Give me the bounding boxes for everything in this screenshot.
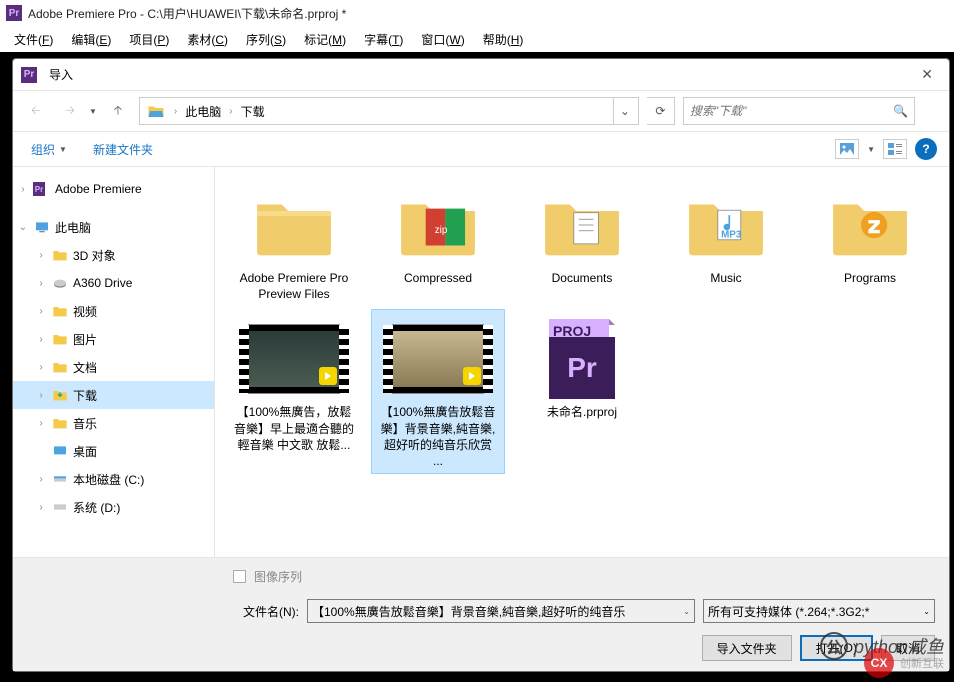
company-logo-icon: CX [864,648,894,678]
tree-pictures[interactable]: ›图片 [13,325,214,353]
refresh-button[interactable]: ⟳ [647,97,675,125]
svg-text:zip: zip [435,225,448,236]
tree-a360[interactable]: ›A360 Drive [13,269,214,297]
file-label: 【100%無廣告，放鬆音樂】早上最適合聽的 輕音樂 中文歌 放鬆... [234,404,354,453]
player-badge-icon [463,367,481,385]
breadcrumb-this-pc[interactable]: 此电脑 [181,101,225,122]
nav-history-dropdown[interactable]: ▼ [89,107,97,116]
svg-text:MP3: MP3 [721,229,742,240]
new-folder-button[interactable]: 新建文件夹 [87,137,159,162]
tree-c-drive[interactable]: ›本地磁盘 (C:) [13,465,214,493]
tree-this-pc[interactable]: ⌄此电脑 [13,213,214,241]
file-type-select[interactable]: 所有可支持媒体 (*.264;*.3G2;*⌄ [703,599,935,623]
filename-input[interactable]: 【100%無廣告放鬆音樂】背景音樂,純音樂,超好听的纯音乐⌄ [307,599,695,623]
organize-button[interactable]: 组织▼ [25,137,73,162]
nav-back-button[interactable]: 🡠 [23,98,49,124]
file-label: Adobe Premiere Pro Preview Files [234,270,354,302]
import-folder-button[interactable]: 导入文件夹 [702,635,792,661]
dialog-titlebar: Pr 导入 ✕ [13,59,949,91]
file-prproj[interactable]: PROJPr 未命名.prproj [515,309,649,474]
menu-title[interactable]: 字幕(T) [356,29,411,50]
import-dialog: Pr 导入 ✕ 🡠 🡢 ▼ 🡡 › 此电脑 › 下载 ⌄ ⟳ 🔍 组织▼ 新建文… [12,58,950,672]
menu-window[interactable]: 窗口(W) [413,29,472,50]
image-sequence-checkbox[interactable] [233,570,246,583]
tree-3d-objects[interactable]: ›3D 对象 [13,241,214,269]
menu-marker[interactable]: 标记(M) [296,29,354,50]
player-badge-icon [319,367,337,385]
file-label: Documents [552,270,613,286]
file-video-2[interactable]: 【100%無廣告放鬆音樂】背景音樂,純音樂,超好听的纯音乐欣赏 ... [371,309,505,474]
tree-documents[interactable]: ›文档 [13,353,214,381]
file-panel[interactable]: Adobe Premiere Pro Preview Files zip Com… [215,167,949,557]
tree-adobe-premiere[interactable]: ›PrAdobe Premiere [13,175,214,203]
nav-forward-button: 🡢 [57,98,83,124]
search-icon[interactable]: 🔍 [893,104,908,118]
file-label: 【100%無廣告放鬆音樂】背景音樂,純音樂,超好听的纯音乐欣赏 ... [378,404,498,469]
tree-downloads[interactable]: ›下载 [13,381,214,409]
view-dropdown[interactable]: ▼ [867,145,875,154]
app-icon: Pr [6,5,22,21]
image-sequence-label: 图像序列 [254,568,302,585]
dialog-footer: 图像序列 文件名(N): 【100%無廣告放鬆音樂】背景音樂,純音樂,超好听的纯… [13,557,949,671]
tree-desktop[interactable]: 桌面 [13,437,214,465]
file-programs-folder[interactable]: Programs [803,175,937,307]
dialog-title: 导入 [49,66,73,83]
menu-bar: 文件(F) 编辑(E) 项目(P) 素材(C) 序列(S) 标记(M) 字幕(T… [0,26,954,52]
file-music-folder[interactable]: MP3 Music [659,175,793,307]
prproj-icon: PROJPr [549,319,615,399]
breadcrumb-sep[interactable]: › [170,106,181,117]
view-details-button[interactable] [883,139,907,159]
file-label: Compressed [404,270,472,286]
wechat-icon: 公 [820,632,848,660]
breadcrumb-downloads[interactable]: 下载 [237,101,269,122]
app-title: Adobe Premiere Pro - C:\用户\HUAWEI\下载\未命名… [28,5,346,22]
file-label: Programs [844,270,896,286]
filename-label: 文件名(N): [73,603,299,620]
folder-icon [146,101,166,121]
tree-d-drive[interactable]: ›系统 (D:) [13,493,214,521]
search-input[interactable] [690,104,893,118]
dialog-icon: Pr [21,67,37,83]
nav-panel: ›PrAdobe Premiere ⌄此电脑 ›3D 对象 ›A360 Driv… [13,167,215,557]
nav-up-button[interactable]: 🡡 [105,98,131,124]
menu-sequence[interactable]: 序列(S) [238,29,294,50]
close-button[interactable]: ✕ [917,62,937,87]
app-titlebar: Pr Adobe Premiere Pro - C:\用户\HUAWEI\下载\… [0,0,954,26]
file-preview-folder[interactable]: Adobe Premiere Pro Preview Files [227,175,361,307]
search-box[interactable]: 🔍 [683,97,915,125]
menu-help[interactable]: 帮助(H) [475,29,532,50]
breadcrumb[interactable]: › 此电脑 › 下载 ⌄ [139,97,639,125]
menu-edit[interactable]: 编辑(E) [63,29,119,50]
menu-clip[interactable]: 素材(C) [179,29,236,50]
file-compressed-folder[interactable]: zip Compressed [371,175,505,307]
file-label: Music [710,270,741,286]
tree-music[interactable]: ›音乐 [13,409,214,437]
file-video-1[interactable]: 【100%無廣告，放鬆音樂】早上最適合聽的 輕音樂 中文歌 放鬆... [227,309,361,474]
watermark-company: CX 创新互联 [864,648,944,678]
nav-bar: 🡠 🡢 ▼ 🡡 › 此电脑 › 下载 ⌄ ⟳ 🔍 [13,91,949,131]
file-label: 未命名.prproj [547,404,617,420]
breadcrumb-dropdown[interactable]: ⌄ [613,98,636,124]
view-picture-button[interactable] [835,139,859,159]
tree-videos[interactable]: ›视频 [13,297,214,325]
breadcrumb-sep[interactable]: › [225,106,236,117]
menu-file[interactable]: 文件(F) [6,29,61,50]
menu-project[interactable]: 项目(P) [121,29,177,50]
toolbar: 组织▼ 新建文件夹 ▼ ? [13,131,949,167]
file-documents-folder[interactable]: Documents [515,175,649,307]
help-button[interactable]: ? [915,138,937,160]
